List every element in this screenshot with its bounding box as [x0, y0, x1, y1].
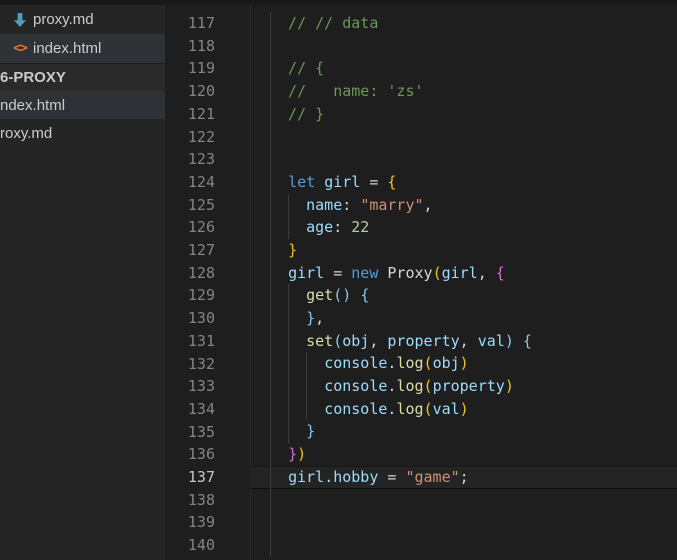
- open-editor-item-proxy-md[interactable]: proxy.md: [0, 5, 165, 34]
- code-line[interactable]: get() {: [270, 284, 677, 307]
- code-line[interactable]: [270, 533, 677, 557]
- line-number[interactable]: 121: [165, 103, 215, 126]
- line-number[interactable]: 122: [165, 126, 215, 149]
- code-line[interactable]: name: "marry",: [270, 193, 677, 217]
- line-number[interactable]: 129: [165, 284, 215, 307]
- file-label: proxy.md: [33, 11, 94, 28]
- code-text: }: [288, 240, 298, 259]
- indent-guide: [270, 511, 271, 534]
- code-text: // name: 'zs': [270, 82, 424, 101]
- section-label: 6-PROXY: [0, 69, 66, 86]
- code-text: console.log(property): [324, 377, 514, 395]
- code-text: // }: [270, 104, 325, 123]
- line-number[interactable]: 117: [165, 12, 215, 35]
- file-label: roxy.md: [0, 124, 53, 142]
- code-line[interactable]: age: 22: [270, 216, 677, 239]
- line-number[interactable]: 125: [165, 194, 215, 217]
- code-line[interactable]: [270, 488, 677, 512]
- code-line[interactable]: // {: [270, 57, 677, 81]
- code-line[interactable]: console.log(obj): [270, 352, 677, 375]
- code-line[interactable]: girl.hobby = "game";: [270, 465, 677, 489]
- line-number[interactable]: 120: [165, 80, 215, 103]
- code-text: let girl = {: [288, 172, 397, 191]
- code-line[interactable]: [270, 511, 677, 534]
- line-number[interactable]: 135: [165, 421, 215, 444]
- line-number[interactable]: 126: [165, 216, 215, 239]
- line-number[interactable]: 138: [165, 489, 215, 512]
- line-number[interactable]: 131: [165, 330, 215, 353]
- cropped-top-bar: [0, 0, 677, 5]
- code-text: }): [288, 445, 307, 464]
- line-number[interactable]: 134: [165, 398, 215, 421]
- code-line[interactable]: [270, 148, 677, 171]
- code-text: name: "marry",: [306, 195, 433, 214]
- code-line[interactable]: [270, 125, 677, 149]
- line-number[interactable]: 137: [165, 466, 215, 489]
- line-number[interactable]: 132: [165, 353, 215, 376]
- code-line[interactable]: // name: 'zs': [270, 80, 677, 103]
- line-number[interactable]: 123: [165, 148, 215, 171]
- code-line[interactable]: }: [270, 238, 677, 262]
- line-number-gutter: 117 118 119 120 121 122 123 124 125 126 127 128 129 1…: [165, 12, 215, 557]
- line-number[interactable]: 119: [165, 57, 215, 80]
- markdown-icon: [8, 12, 32, 28]
- line-number[interactable]: 136: [165, 443, 215, 466]
- code-editor[interactable]: 117 118 119 120 121 122 123 124 125 126 127 128 129 1…: [165, 0, 677, 560]
- indent-guide: [270, 533, 271, 557]
- explorer-item-proxy-md[interactable]: roxy.md: [0, 119, 165, 147]
- code-text: get() {: [306, 286, 370, 305]
- code-text: set(obj, property, val) {: [306, 331, 532, 350]
- indent-guide: [270, 125, 271, 149]
- code-line[interactable]: [270, 34, 677, 58]
- code-line[interactable]: // // data: [270, 12, 677, 35]
- code-text: console.log(obj): [324, 354, 469, 373]
- html-icon: <>: [13, 41, 28, 56]
- indent-guide: [270, 34, 271, 58]
- line-number[interactable]: 124: [165, 171, 215, 194]
- code-line[interactable]: }: [270, 420, 677, 444]
- code-text: console.log(val): [324, 399, 469, 418]
- line-number[interactable]: 133: [165, 375, 215, 398]
- code-line[interactable]: // }: [270, 102, 677, 126]
- code-line[interactable]: }): [270, 443, 677, 466]
- code-line[interactable]: console.log(property): [270, 375, 677, 398]
- code-text: },: [306, 308, 325, 327]
- code-text: // // data: [270, 14, 379, 32]
- code-text: // {: [270, 59, 325, 78]
- file-label: index.html: [33, 40, 102, 57]
- code-text: girl = new Proxy(girl, {: [288, 263, 505, 282]
- explorer-sidebar: proxy.md <> index.html 6-PROXY ndex.html…: [0, 0, 165, 560]
- open-editor-item-index-html[interactable]: <> index.html: [0, 34, 165, 63]
- code-text: girl.hobby = "game";: [288, 467, 469, 486]
- code-text: }: [306, 422, 316, 441]
- line-number[interactable]: 139: [165, 511, 215, 534]
- code-line[interactable]: girl = new Proxy(girl, {: [270, 261, 677, 285]
- line-number[interactable]: 127: [165, 239, 215, 262]
- explorer-section-header[interactable]: 6-PROXY: [0, 63, 165, 91]
- code-line[interactable]: set(obj, property, val) {: [270, 329, 677, 353]
- code-line[interactable]: console.log(val): [270, 397, 677, 421]
- indent-guide: [270, 488, 271, 512]
- line-number[interactable]: 118: [165, 35, 215, 58]
- code-text: age: 22: [306, 218, 370, 237]
- indent-guide: [270, 148, 271, 171]
- code-content: // // data // { // name: 'zs' // } let g…: [270, 12, 677, 557]
- code-line[interactable]: },: [270, 306, 677, 330]
- line-number[interactable]: 140: [165, 534, 215, 557]
- file-label: ndex.html: [0, 96, 66, 114]
- explorer-item-index-html[interactable]: ndex.html: [0, 91, 165, 119]
- line-number[interactable]: 130: [165, 307, 215, 330]
- line-number[interactable]: 128: [165, 262, 215, 285]
- code-line[interactable]: let girl = {: [270, 170, 677, 194]
